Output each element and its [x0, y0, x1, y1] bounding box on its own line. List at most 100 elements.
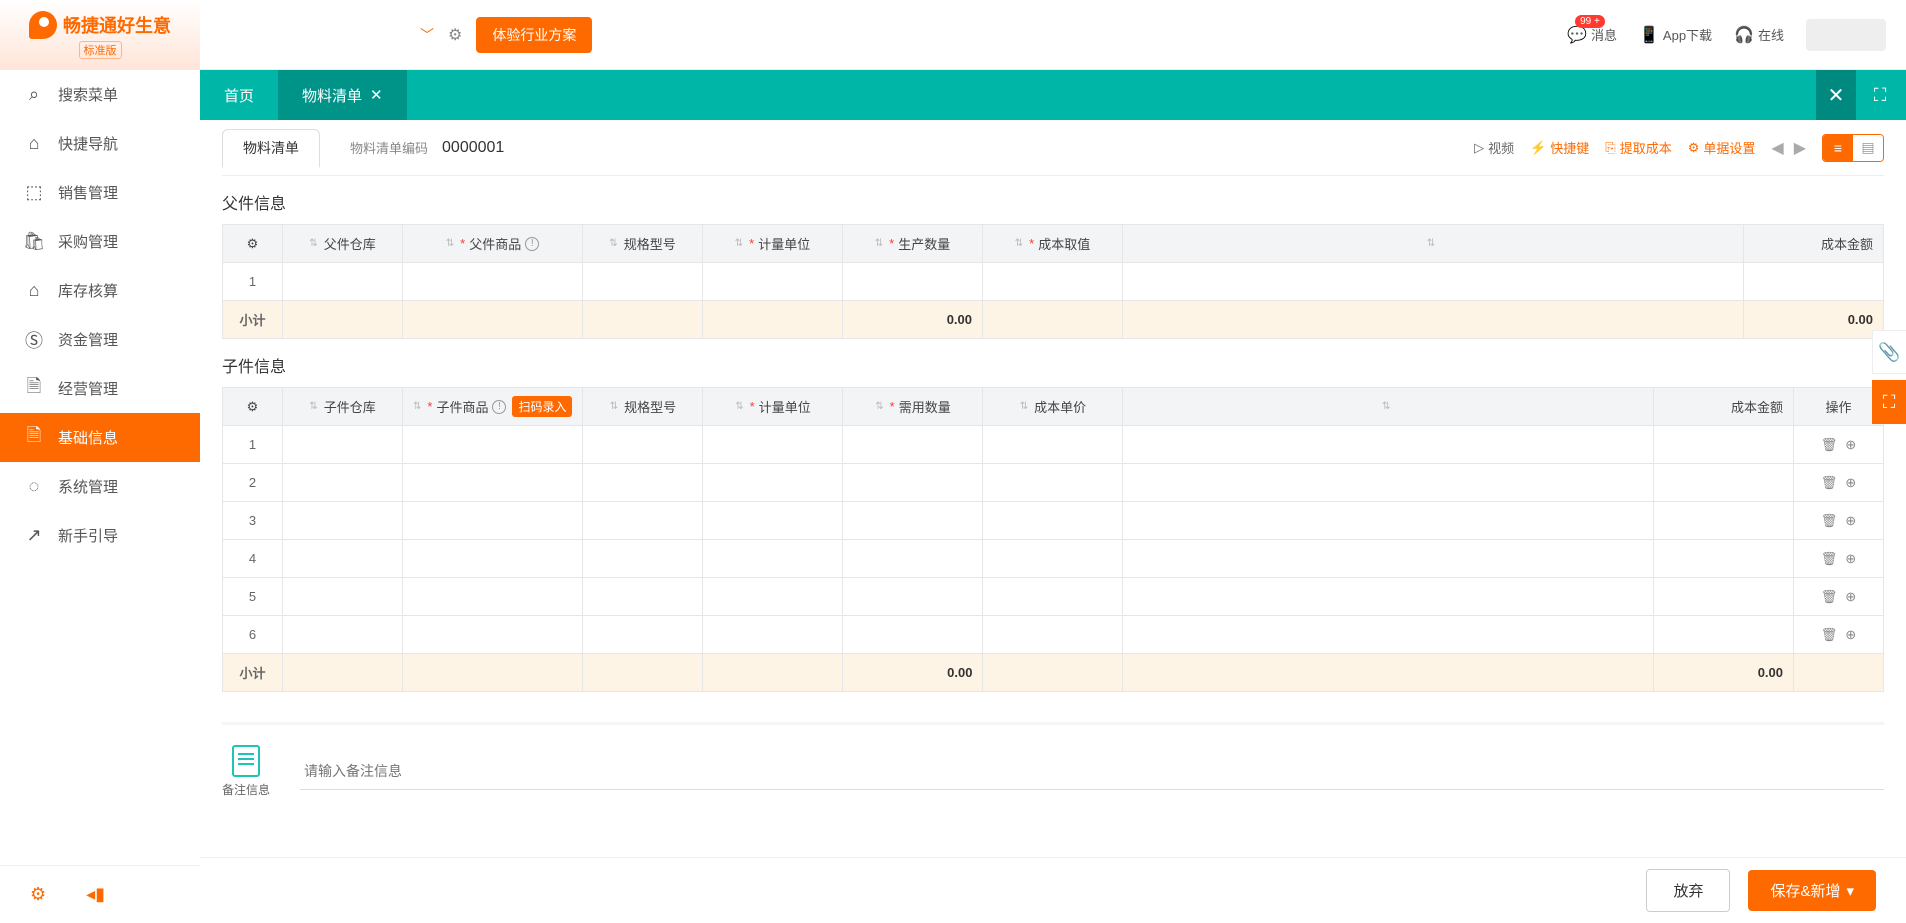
add-icon[interactable]: ⊕	[1845, 513, 1856, 528]
cell[interactable]	[403, 616, 583, 654]
cell[interactable]	[983, 464, 1123, 502]
table-row[interactable]: 1🗑⊕	[223, 426, 1884, 464]
shortcut-link[interactable]: ⚡快捷键	[1530, 138, 1589, 157]
collapse-icon[interactable]: ◂▮	[86, 884, 105, 905]
messages-link[interactable]: 💬 消息 99 +	[1567, 25, 1617, 45]
sidebar-item-quicknav[interactable]: ⌂快捷导航	[0, 119, 200, 168]
delete-icon[interactable]: 🗑	[1821, 589, 1838, 604]
col-unit-cost[interactable]: ⇅成本单价	[983, 388, 1123, 426]
cell[interactable]	[1123, 464, 1654, 502]
col-qty[interactable]: ⇅*生产数量	[843, 225, 983, 263]
col-cost-amount[interactable]: 成本金额	[1744, 225, 1884, 263]
cell[interactable]	[403, 578, 583, 616]
cell[interactable]	[703, 578, 843, 616]
promo-button[interactable]: 体验行业方案	[476, 17, 592, 53]
cell[interactable]	[983, 578, 1123, 616]
col-cost-method[interactable]: ⇅*成本取值	[983, 225, 1123, 263]
tab-bom[interactable]: 物料清单 ✕	[278, 70, 407, 120]
cell[interactable]	[1123, 502, 1654, 540]
delete-icon[interactable]: 🗑	[1821, 627, 1838, 642]
table-row[interactable]: 5🗑⊕	[223, 578, 1884, 616]
view-list-button[interactable]: ≡	[1823, 135, 1853, 161]
cell[interactable]	[403, 263, 583, 301]
cell[interactable]	[403, 426, 583, 464]
online-support-link[interactable]: 🎧 在线	[1734, 25, 1784, 45]
col-parent-warehouse[interactable]: ⇅父件仓库	[283, 225, 403, 263]
document-tab[interactable]: 物料清单	[222, 129, 320, 168]
tab-home[interactable]: 首页	[200, 70, 278, 120]
cell[interactable]	[843, 263, 983, 301]
cell[interactable]	[983, 616, 1123, 654]
cell[interactable]	[1654, 464, 1794, 502]
delete-icon[interactable]: 🗑	[1821, 513, 1838, 528]
cell[interactable]	[703, 616, 843, 654]
view-grid-button[interactable]: ▤	[1853, 135, 1883, 161]
cell[interactable]	[843, 540, 983, 578]
cell[interactable]	[983, 540, 1123, 578]
cell[interactable]	[583, 540, 703, 578]
cell[interactable]	[283, 540, 403, 578]
cell[interactable]	[283, 263, 403, 301]
cell[interactable]	[703, 263, 843, 301]
cell[interactable]	[1123, 263, 1744, 301]
cell[interactable]	[1654, 426, 1794, 464]
fullscreen-button[interactable]: ⛶	[1872, 380, 1906, 424]
cell[interactable]	[583, 616, 703, 654]
col-parent-product[interactable]: ⇅*父件商品!	[403, 225, 583, 263]
sidebar-item-inventory[interactable]: ⌂库存核算	[0, 266, 200, 315]
sidebar-item-system[interactable]: ◌系统管理	[0, 462, 200, 511]
cell[interactable]	[1654, 502, 1794, 540]
cell[interactable]	[1123, 426, 1654, 464]
table-row[interactable]: 4🗑⊕	[223, 540, 1884, 578]
next-icon[interactable]: ▶	[1794, 138, 1806, 158]
cell[interactable]	[1123, 578, 1654, 616]
attachment-button[interactable]: 📎	[1872, 330, 1906, 374]
gear-icon[interactable]: ⚙	[448, 25, 462, 45]
settings-icon[interactable]: ⚙	[30, 884, 46, 905]
sidebar-item-purchase[interactable]: 🛍采购管理	[0, 217, 200, 266]
col-spec[interactable]: ⇅规格型号	[583, 388, 703, 426]
cell[interactable]	[583, 464, 703, 502]
cell[interactable]	[1744, 263, 1884, 301]
cell[interactable]	[843, 464, 983, 502]
sidebar-item-guide[interactable]: ↗新手引导	[0, 511, 200, 560]
video-link[interactable]: ▷视频	[1474, 138, 1514, 157]
notes-input[interactable]	[300, 753, 1884, 790]
prev-icon[interactable]: ◀	[1771, 138, 1783, 158]
cell[interactable]	[583, 502, 703, 540]
add-icon[interactable]: ⊕	[1845, 589, 1856, 604]
cell[interactable]	[583, 426, 703, 464]
sidebar-item-basicinfo[interactable]: 🗎基础信息	[0, 413, 200, 462]
cell[interactable]	[983, 502, 1123, 540]
add-icon[interactable]: ⊕	[1845, 475, 1856, 490]
table-row[interactable]: 2🗑⊕	[223, 464, 1884, 502]
cell[interactable]	[703, 426, 843, 464]
cell[interactable]	[283, 464, 403, 502]
avatar[interactable]	[1806, 19, 1886, 51]
col-unit[interactable]: ⇅*计量单位	[703, 388, 843, 426]
sidebar-item-funds[interactable]: Ⓢ资金管理	[0, 315, 200, 364]
cell[interactable]	[1654, 616, 1794, 654]
expand-button[interactable]: ⛶	[1860, 70, 1900, 120]
sidebar-item-search[interactable]: ⌕搜索菜单	[0, 70, 200, 119]
delete-icon[interactable]: 🗑	[1821, 551, 1838, 566]
cell[interactable]	[403, 502, 583, 540]
save-new-button[interactable]: 保存&新增▾	[1748, 870, 1876, 911]
cell[interactable]	[403, 464, 583, 502]
add-icon[interactable]: ⊕	[1845, 551, 1856, 566]
cell[interactable]	[843, 578, 983, 616]
cell[interactable]	[283, 502, 403, 540]
delete-icon[interactable]: 🗑	[1821, 475, 1838, 490]
col-child-product[interactable]: ⇅*子件商品!扫码录入	[403, 388, 583, 426]
close-icon[interactable]: ✕	[370, 86, 383, 104]
col-spec[interactable]: ⇅规格型号	[583, 225, 703, 263]
sidebar-item-operation[interactable]: 🗎经营管理	[0, 364, 200, 413]
add-icon[interactable]: ⊕	[1845, 437, 1856, 452]
col-gear[interactable]: ⚙	[223, 388, 283, 426]
cell[interactable]	[583, 263, 703, 301]
extract-cost-link[interactable]: ⎘提取成本	[1605, 138, 1671, 157]
scan-input-button[interactable]: 扫码录入	[512, 396, 572, 417]
cell[interactable]	[403, 540, 583, 578]
col-cost-amount[interactable]: 成本金额	[1654, 388, 1794, 426]
close-all-button[interactable]: ✕	[1816, 70, 1856, 120]
